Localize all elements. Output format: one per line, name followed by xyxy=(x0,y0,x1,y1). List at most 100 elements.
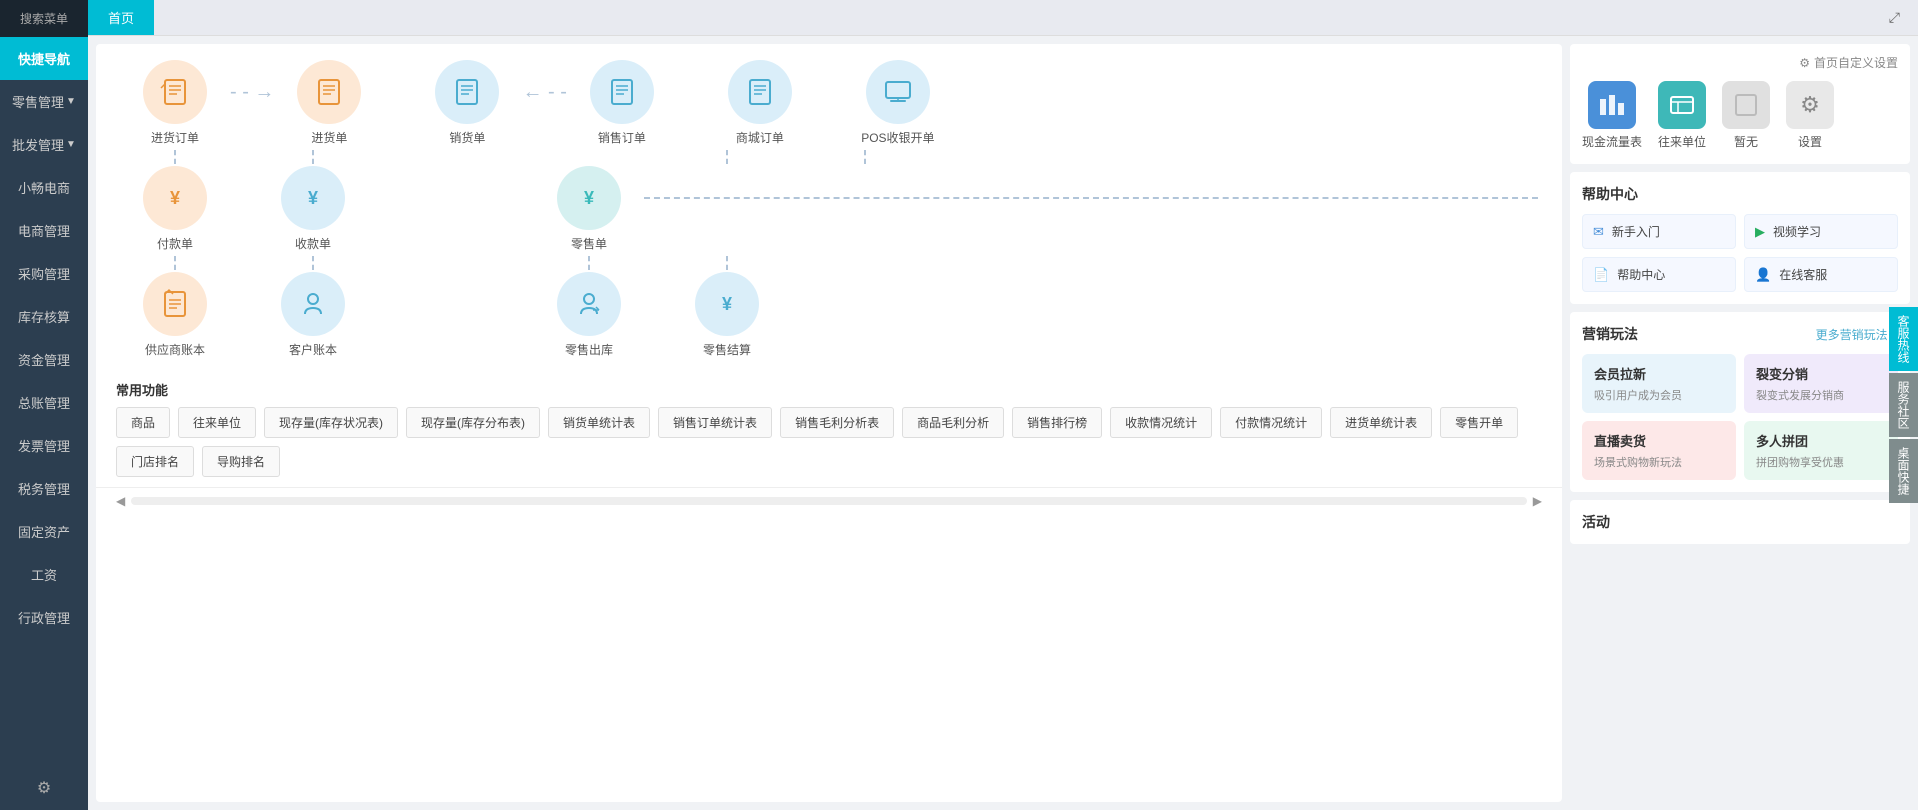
flow-node-sales[interactable]: 销货单 xyxy=(412,60,522,146)
func-btn-purchase-stat[interactable]: 进货单统计表 xyxy=(1330,407,1432,438)
nav-icon-units[interactable]: 往来单位 xyxy=(1658,81,1706,150)
group-desc: 拼团购物享受优惠 xyxy=(1756,454,1886,470)
scroll-bar-area: ◀ ▶ xyxy=(96,487,1562,514)
func-btn-store-rank[interactable]: 门店排名 xyxy=(116,446,194,477)
help-icon: 📄 xyxy=(1593,267,1609,283)
sidebar-item-ledger[interactable]: 总账管理 xyxy=(0,381,88,424)
sidebar-item-tax[interactable]: 税务管理 xyxy=(0,467,88,510)
marketing-grid: 会员拉新 吸引用户成为会员 裂变分销 裂变式发展分销商 直播卖货 场景式购物新玩… xyxy=(1582,354,1898,480)
float-btn-service[interactable]: 客服热线 xyxy=(1889,307,1918,371)
common-func-section: 常用功能 商品 往来单位 现存量(库存状况表) 现存量(库存分布表) 销货单统计… xyxy=(96,370,1562,487)
arrow-icon: ▼ xyxy=(66,139,76,150)
func-btn-receipt-stat[interactable]: 收款情况统计 xyxy=(1110,407,1212,438)
sidebar-search[interactable]: 搜索菜单 xyxy=(0,0,88,37)
func-btn-retail-order[interactable]: 零售开单 xyxy=(1440,407,1518,438)
tab-home[interactable]: 首页 xyxy=(88,0,154,35)
scroll-right-arrow[interactable]: ▶ xyxy=(1533,494,1542,508)
group-title: 多人拼团 xyxy=(1756,431,1886,450)
nav-icon-none[interactable]: 暂无 xyxy=(1722,81,1770,150)
retail-settle-icon: ¥ xyxy=(695,272,759,336)
float-btn-desktop[interactable]: 桌面快捷 xyxy=(1889,439,1918,503)
func-btn-payment-stat[interactable]: 付款情况统计 xyxy=(1220,407,1322,438)
func-btn-sales-order-stat[interactable]: 销售订单统计表 xyxy=(658,407,772,438)
none-label: 暂无 xyxy=(1734,133,1758,150)
sidebar-item-ecom-mgmt[interactable]: 电商管理 xyxy=(0,209,88,252)
sidebar-nav-highlight[interactable]: 快捷导航 xyxy=(0,37,88,80)
help-item-video[interactable]: ▶ 视频学习 xyxy=(1744,214,1898,249)
help-item-beginner[interactable]: ✉ 新手入门 xyxy=(1582,214,1736,249)
flow-node-purchase[interactable]: 进货单 xyxy=(274,60,384,146)
sidebar-item-wholesale[interactable]: 批发管理 ▼ xyxy=(0,123,88,166)
help-item-service[interactable]: 👤 在线客服 xyxy=(1744,257,1898,292)
flow-node-payment[interactable]: ¥ 付款单 xyxy=(120,166,230,252)
pos-icon xyxy=(866,60,930,124)
func-btn-stock2[interactable]: 现存量(库存分布表) xyxy=(406,407,540,438)
flow-node-sales-order[interactable]: 销售订单 xyxy=(567,60,677,146)
func-btn-guide-rank[interactable]: 导购排名 xyxy=(202,446,280,477)
activity-title: 活动 xyxy=(1582,512,1898,532)
supplier-account-icon xyxy=(143,272,207,336)
sidebar-item-admin[interactable]: 行政管理 xyxy=(0,596,88,639)
func-btn-stock1[interactable]: 现存量(库存状况表) xyxy=(264,407,398,438)
scroll-track[interactable] xyxy=(131,497,1527,505)
supplier-account-label: 供应商账本 xyxy=(145,341,205,358)
help-item-help[interactable]: 📄 帮助中心 xyxy=(1582,257,1736,292)
flow-node-retail-order[interactable]: ¥ 零售单 xyxy=(534,166,644,252)
member-title: 会员拉新 xyxy=(1594,364,1724,383)
flow-node-customer-account[interactable]: 客户账本 xyxy=(258,272,368,358)
func-btn-units[interactable]: 往来单位 xyxy=(178,407,256,438)
scroll-left-arrow[interactable]: ◀ xyxy=(116,494,125,508)
sales-icon xyxy=(435,60,499,124)
nav-icon-cashflow[interactable]: 现金流量表 xyxy=(1582,81,1642,150)
customer-account-label: 客户账本 xyxy=(289,341,337,358)
sidebar-item-salary[interactable]: 工资 xyxy=(0,553,88,596)
left-panel: 进货订单 - - → 进货单 xyxy=(96,44,1562,802)
customize-label: 首页自定义设置 xyxy=(1814,54,1898,71)
help-label: 帮助中心 xyxy=(1617,266,1665,283)
beginner-icon: ✉ xyxy=(1593,224,1604,240)
flow-node-supplier-account[interactable]: 供应商账本 xyxy=(120,272,230,358)
nav-icon-settings[interactable]: ⚙ 设置 xyxy=(1786,81,1834,150)
purchase-order-label: 进货订单 xyxy=(151,129,199,146)
sidebar-settings-icon[interactable]: ⚙ xyxy=(0,766,88,810)
flow-node-purchase-order[interactable]: 进货订单 xyxy=(120,60,230,146)
mall-order-icon xyxy=(728,60,792,124)
func-btn-sales-profit[interactable]: 销售毛利分析表 xyxy=(780,407,894,438)
func-btn-goods[interactable]: 商品 xyxy=(116,407,170,438)
gear-icon: ⚙ xyxy=(1799,56,1810,70)
retail-out-label: 零售出库 xyxy=(565,341,613,358)
func-btn-goods-profit[interactable]: 商品毛利分析 xyxy=(902,407,1004,438)
marketing-member[interactable]: 会员拉新 吸引用户成为会员 xyxy=(1582,354,1736,413)
video-icon: ▶ xyxy=(1755,224,1765,240)
units-icon xyxy=(1658,81,1706,129)
retail-settle-label: 零售结算 xyxy=(703,341,751,358)
live-desc: 场景式购物新玩法 xyxy=(1594,454,1724,470)
mall-order-label: 商城订单 xyxy=(736,129,784,146)
marketing-viral[interactable]: 裂变分销 裂变式发展分销商 xyxy=(1744,354,1898,413)
content-area: 进货订单 - - → 进货单 xyxy=(88,36,1918,810)
flow-node-pos[interactable]: POS收银开单 xyxy=(843,60,953,146)
flow-node-retail-out[interactable]: 零售出库 xyxy=(534,272,644,358)
sidebar-item-retail[interactable]: 零售管理 ▼ xyxy=(0,80,88,123)
fullscreen-button[interactable]: ⤢ xyxy=(1881,5,1908,30)
sidebar-item-inventory[interactable]: 库存核算 xyxy=(0,295,88,338)
marketing-more[interactable]: 更多营销玩法 > xyxy=(1816,326,1898,343)
marketing-group[interactable]: 多人拼团 拼团购物享受优惠 xyxy=(1744,421,1898,480)
retail-order-label: 零售单 xyxy=(571,235,607,252)
func-btn-sales-rank[interactable]: 销售排行榜 xyxy=(1012,407,1102,438)
sidebar: 搜索菜单 快捷导航 零售管理 ▼ 批发管理 ▼ 小畅电商 电商管理 采购管理 库… xyxy=(0,0,88,810)
sidebar-item-invoice[interactable]: 发票管理 xyxy=(0,424,88,467)
sidebar-item-purchase[interactable]: 采购管理 xyxy=(0,252,88,295)
flow-node-retail-settle[interactable]: ¥ 零售结算 xyxy=(672,272,782,358)
sidebar-item-ecom-small[interactable]: 小畅电商 xyxy=(0,166,88,209)
sidebar-item-finance[interactable]: 资金管理 xyxy=(0,338,88,381)
func-btn-sales-stat[interactable]: 销货单统计表 xyxy=(548,407,650,438)
tab-bar-right: ⤢ xyxy=(1881,0,1918,35)
service-label: 在线客服 xyxy=(1779,266,1827,283)
flow-node-receipt[interactable]: ¥ 收款单 xyxy=(258,166,368,252)
marketing-live[interactable]: 直播卖货 场景式购物新玩法 xyxy=(1582,421,1736,480)
right-panel: ⚙ 首页自定义设置 现金流量表 往来单位 xyxy=(1570,44,1910,802)
sidebar-item-assets[interactable]: 固定资产 xyxy=(0,510,88,553)
flow-node-mall-order[interactable]: 商城订单 xyxy=(705,60,815,146)
float-btn-community[interactable]: 服务社区 xyxy=(1889,373,1918,437)
